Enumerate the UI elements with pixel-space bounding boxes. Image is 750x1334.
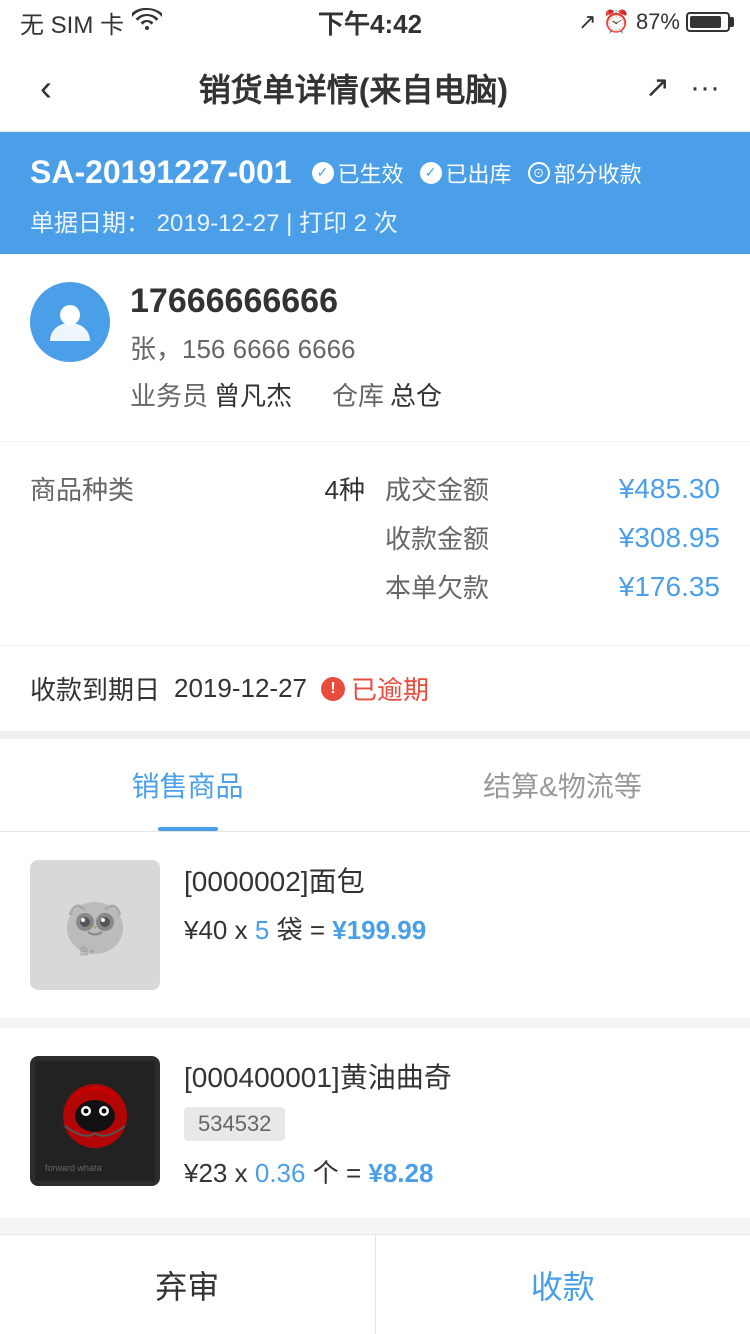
status-bar: 无 SIM 卡 下午4:42 ↗ ⏰ 87%	[0, 0, 750, 44]
order-id: SA-20191227-001	[30, 154, 292, 191]
order-date: 2019-12-27	[157, 210, 280, 237]
status-right: ↗ ⏰ 87%	[578, 9, 730, 35]
status-label-1: 已生效	[338, 157, 404, 189]
customer-avatar	[30, 282, 110, 362]
check-icon-1: ✓	[312, 162, 334, 184]
location-icon: ↗	[578, 9, 596, 35]
banner-row1: SA-20191227-001 ✓ 已生效 ✓ 已出库 ⊙ 部分收款	[30, 154, 720, 191]
banner-row2: 单据日期： 2019-12-27 | 打印 2 次	[30, 203, 720, 238]
status-badges: ✓ 已生效 ✓ 已出库 ⊙ 部分收款	[312, 157, 642, 189]
print-count: | 打印 2 次	[286, 210, 398, 237]
avatar-icon	[45, 297, 95, 347]
product-1-thumbnail: 鱼+	[30, 860, 160, 990]
warehouse-label: 仓库	[332, 376, 384, 413]
product-2-price: ¥23 x 0.36 个 = ¥8.28	[184, 1153, 720, 1190]
status-badge-shipped: ✓ 已出库	[420, 157, 512, 189]
product-type-row: 商品种类 4种	[30, 470, 365, 507]
product-1-total: ¥199.99	[332, 915, 426, 945]
product-2-name: [000400001]黄油曲奇	[184, 1056, 720, 1096]
svg-text:forward whata: forward whata	[45, 1163, 102, 1173]
tab-products[interactable]: 销售商品	[0, 739, 375, 831]
product-1-qty: 5	[255, 915, 269, 945]
sales-name: 曾凡杰	[214, 376, 292, 413]
alarm-icon: ⏰	[603, 9, 630, 35]
amount-row: 成交金额 ¥485.30	[385, 470, 720, 507]
amount-label: 成交金额	[385, 470, 489, 507]
cancel-button[interactable]: 弃审	[0, 1235, 376, 1334]
carrier-text: 无 SIM 卡	[20, 5, 124, 40]
back-button[interactable]: ‹	[30, 57, 62, 119]
overdue-text: 已逾期	[351, 670, 429, 707]
arrears-row: 本单欠款 ¥176.35	[385, 568, 720, 605]
status-time: 下午4:42	[318, 4, 422, 41]
status-label-2: 已出库	[446, 157, 512, 189]
warehouse-name: 总仓	[390, 376, 442, 413]
battery-icon	[686, 12, 730, 32]
clock-icon: ⊙	[528, 162, 550, 184]
product-1-info: [0000002]面包 ¥40 x 5 袋 = ¥199.99	[184, 860, 720, 947]
customer-name-phone: 张，156 6666 6666	[130, 329, 720, 366]
table-row: 鱼+ [0000002]面包 ¥40 x 5 袋 = ¥199.99	[0, 832, 750, 1018]
tab-settlement-label: 结算&物流等	[483, 771, 642, 802]
confirm-button[interactable]: 收款	[376, 1235, 750, 1334]
collected-row: 收款金额 ¥308.95	[385, 519, 720, 556]
product-type-value: 4种	[325, 470, 365, 507]
status-badge-active: ✓ 已生效	[312, 157, 404, 189]
check-icon-2: ✓	[420, 162, 442, 184]
product-1-placeholder: 鱼+	[30, 860, 160, 990]
collected-value: ¥308.95	[619, 522, 720, 554]
svg-text:鱼+: 鱼+	[79, 945, 95, 958]
product-2-total: ¥8.28	[368, 1158, 433, 1188]
tabs-bar: 销售商品 结算&物流等	[0, 739, 750, 832]
stats-right: 成交金额 ¥485.30 收款金额 ¥308.95 本单欠款 ¥176.35	[385, 470, 720, 617]
sales-item: 业务员 曾凡杰	[130, 376, 292, 413]
wifi-icon	[132, 8, 162, 37]
arrears-label: 本单欠款	[385, 568, 489, 605]
table-row: forward whata [000400001]黄油曲奇 534532 ¥23…	[0, 1028, 750, 1218]
overdue-dot-icon: !	[321, 677, 345, 701]
more-button[interactable]: ···	[690, 71, 720, 105]
product-1-name: [0000002]面包	[184, 860, 720, 900]
page-title: 销货单详情(来自电脑)	[199, 65, 508, 111]
arrears-value: ¥176.35	[619, 571, 720, 603]
products-list: 鱼+ [0000002]面包 ¥40 x 5 袋 = ¥199.99	[0, 832, 750, 1218]
overdue-badge: ! 已逾期	[321, 670, 429, 707]
product-2-icon: forward whata	[35, 1061, 155, 1181]
status-badge-partial: ⊙ 部分收款	[528, 157, 642, 189]
customer-meta: 业务员 曾凡杰 仓库 总仓	[130, 376, 720, 413]
date-label: 单据日期：	[30, 210, 150, 237]
tab-products-label: 销售商品	[131, 771, 243, 802]
nav-actions: ↗ ···	[645, 70, 720, 105]
product-2-tag: 534532	[184, 1107, 285, 1141]
amount-value: ¥485.30	[619, 473, 720, 505]
product-1-price: ¥40 x 5 袋 = ¥199.99	[184, 910, 720, 947]
tab-settlement[interactable]: 结算&物流等	[375, 739, 750, 831]
due-section: 收款到期日 2019-12-27 ! 已逾期	[0, 646, 750, 739]
customer-section: 17666666666 张，156 6666 6666 业务员 曾凡杰 仓库 总…	[0, 254, 750, 442]
product-2-image: forward whata	[30, 1056, 160, 1186]
battery-text: 87%	[636, 9, 680, 35]
stats-left: 商品种类 4种	[30, 470, 365, 617]
customer-info: 17666666666 张，156 6666 6666 业务员 曾凡杰 仓库 总…	[130, 282, 720, 413]
cancel-label: 弃审	[155, 1262, 219, 1308]
product-type-label: 商品种类	[30, 470, 134, 507]
bottom-bar: 弃审 收款	[0, 1234, 750, 1334]
status-label-3: 部分收款	[554, 157, 642, 189]
due-label: 收款到期日	[30, 670, 160, 707]
owl-icon: 鱼+	[55, 890, 135, 960]
order-header-banner: SA-20191227-001 ✓ 已生效 ✓ 已出库 ⊙ 部分收款 单据日期：…	[0, 132, 750, 254]
share-button[interactable]: ↗	[645, 70, 670, 105]
stats-section: 商品种类 4种 成交金额 ¥485.30 收款金额 ¥308.95 本单欠款 ¥…	[0, 442, 750, 646]
status-left: 无 SIM 卡	[20, 5, 162, 40]
product-2-qty: 0.36	[255, 1158, 306, 1188]
nav-bar: ‹ 销货单详情(来自电脑) ↗ ···	[0, 44, 750, 132]
warehouse-item: 仓库 总仓	[332, 376, 442, 413]
confirm-label: 收款	[531, 1262, 595, 1308]
product-2-thumbnail: forward whata	[30, 1056, 160, 1186]
sales-label: 业务员	[130, 376, 208, 413]
due-date: 2019-12-27	[174, 673, 307, 704]
customer-id: 17666666666	[130, 282, 720, 321]
collected-label: 收款金额	[385, 519, 489, 556]
product-2-info: [000400001]黄油曲奇 534532 ¥23 x 0.36 个 = ¥8…	[184, 1056, 720, 1190]
